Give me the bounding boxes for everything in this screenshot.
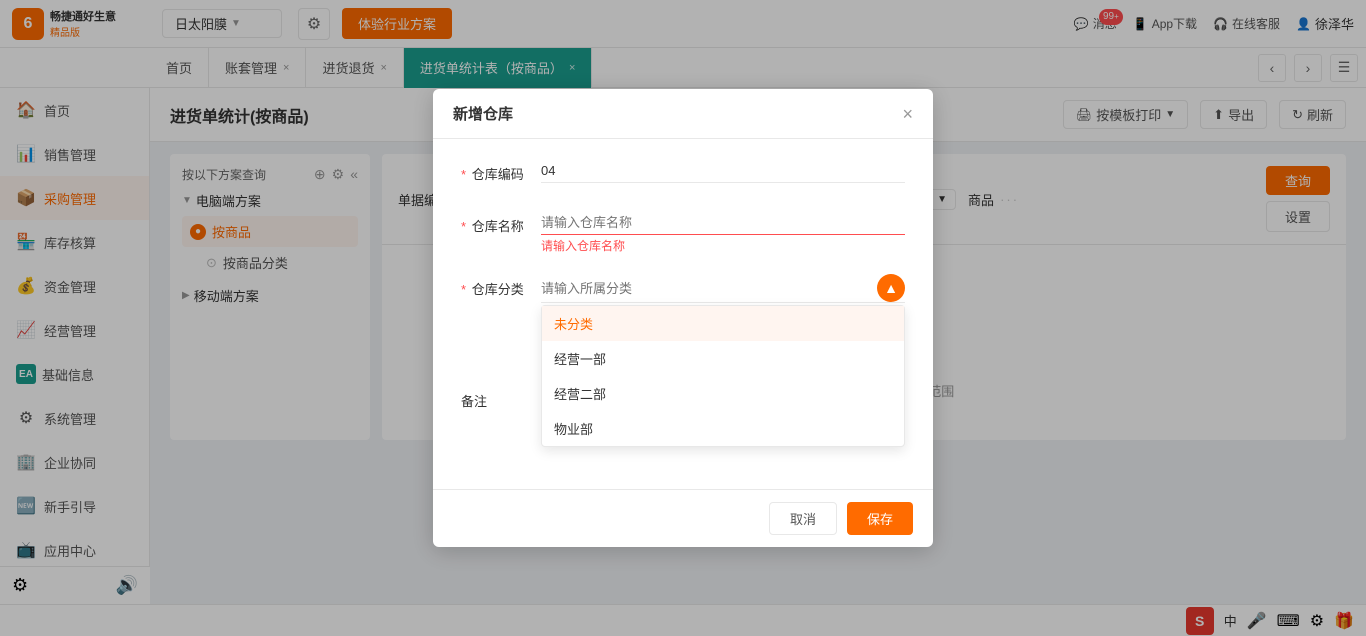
- dialog-close-button[interactable]: ×: [902, 105, 913, 123]
- warehouse-category-control: ▲ 未分类 经营一部 经营二部 物业部: [541, 274, 905, 303]
- warehouse-code-label: * 仓库编码: [461, 159, 541, 191]
- category-input-wrapper: ▲: [541, 274, 905, 303]
- dialog-footer: 取消 保存: [433, 489, 933, 547]
- dialog-header: 新增仓库 ×: [433, 89, 933, 139]
- warehouse-name-control: 请输入仓库名称: [541, 211, 905, 254]
- dropdown-item-ops1[interactable]: 经营一部: [542, 341, 904, 376]
- warehouse-category-input[interactable]: [541, 277, 877, 300]
- warehouse-name-field: * 仓库名称 请输入仓库名称: [461, 211, 905, 254]
- dropdown-item-property[interactable]: 物业部: [542, 411, 904, 446]
- add-warehouse-dialog: 新增仓库 × * 仓库编码 * 仓库名称: [433, 89, 933, 547]
- warehouse-code-input[interactable]: [541, 159, 905, 183]
- warehouse-notes-label: 备注: [461, 386, 541, 418]
- category-dropdown-button[interactable]: ▲: [877, 274, 905, 302]
- warehouse-category-field: * 仓库分类 ▲ 未分类 经营一部 经营二部 物业部: [461, 274, 905, 306]
- warehouse-code-field: * 仓库编码: [461, 159, 905, 191]
- dropdown-item-ops2[interactable]: 经营二部: [542, 376, 904, 411]
- warehouse-code-control: [541, 159, 905, 183]
- dialog-body: * 仓库编码 * 仓库名称 请输入仓库名称: [433, 139, 933, 489]
- warehouse-name-input[interactable]: [541, 211, 905, 235]
- dialog-title: 新增仓库: [453, 103, 513, 124]
- cancel-button[interactable]: 取消: [769, 502, 837, 535]
- modal-overlay: 新增仓库 × * 仓库编码 * 仓库名称: [0, 0, 1366, 636]
- dropdown-item-unclassified[interactable]: 未分类: [542, 306, 904, 341]
- warehouse-category-label: * 仓库分类: [461, 274, 541, 306]
- warehouse-name-error: 请输入仓库名称: [541, 237, 905, 254]
- warehouse-name-label: * 仓库名称: [461, 211, 541, 243]
- save-button[interactable]: 保存: [847, 502, 913, 535]
- category-dropdown-list: 未分类 经营一部 经营二部 物业部: [541, 305, 905, 447]
